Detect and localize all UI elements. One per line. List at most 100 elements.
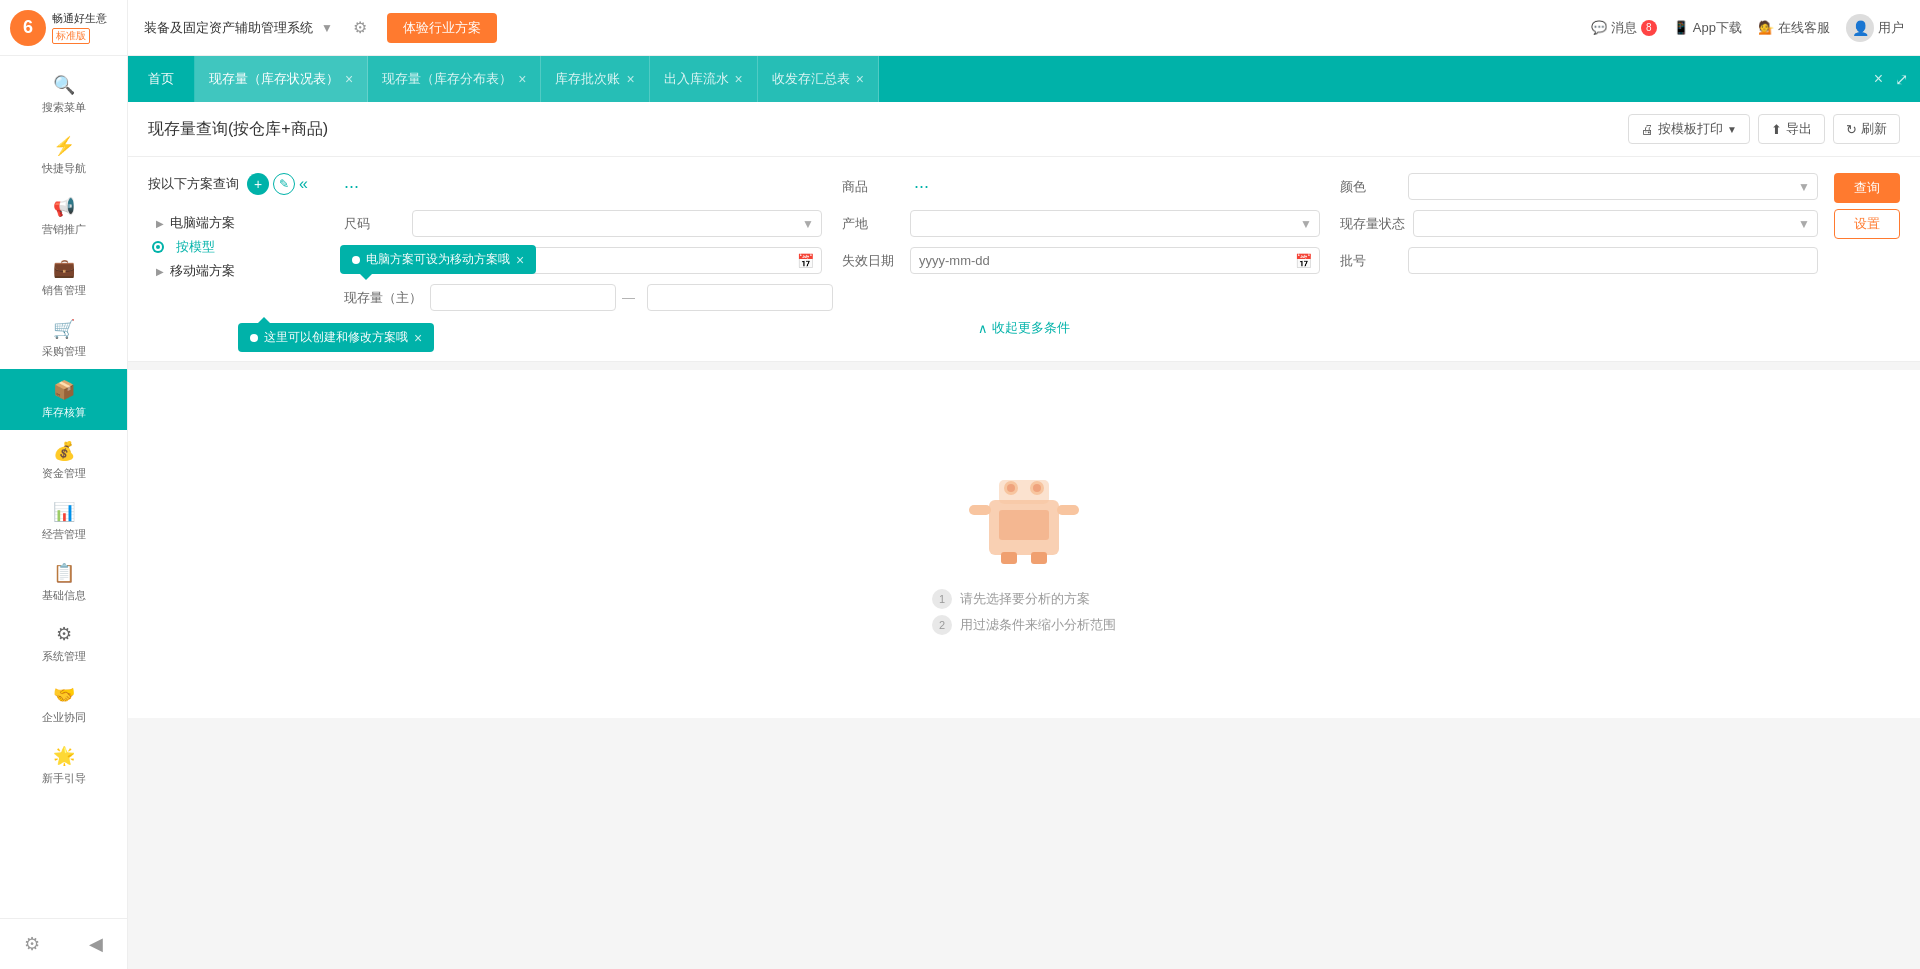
search-buttons: 查询 设置 [1834,173,1900,239]
color-select[interactable] [1408,173,1818,200]
batch-input[interactable] [1408,247,1818,274]
purchase-icon: 🛒 [53,318,75,340]
filter-warehouse: ··· [344,173,822,200]
sidebar-item-guide[interactable]: 🌟 新手引导 [0,735,127,796]
sidebar-item-search[interactable]: 🔍 搜索菜单 [0,64,127,125]
app-download-btn[interactable]: 📱 App下载 [1673,19,1742,37]
mfg-date-calendar-icon[interactable]: 📅 [797,253,814,269]
robot-illustration [964,450,1084,570]
header-right: 💬 消息 8 📱 App下载 💁 在线客服 👤 用户 [1591,14,1904,42]
mobile-scheme-label: 移动端方案 [170,262,235,280]
print-icon: 🖨 [1641,122,1654,137]
tab-stock-dist-label: 现存量（库存分布表） [382,70,512,88]
tab-summary-close[interactable]: × [856,71,864,87]
page-actions: 🖨 按模板打印 ▼ ⬆ 导出 ↻ 刷新 [1628,114,1900,144]
sidebar-item-inventory[interactable]: 📦 库存核算 [0,369,127,430]
online-service-label: 在线客服 [1778,19,1830,37]
sidebar-item-quicknav-label: 快捷导航 [42,161,86,176]
search-nav-icon: 🔍 [53,74,75,96]
tab-stock-dist[interactable]: 现存量（库存分布表） × [368,56,541,102]
exp-date-from-input[interactable] [910,247,1320,274]
filter-row-1: ··· 商品 ··· 颜色 ▼ [344,173,1818,200]
sidebar-item-enterprise[interactable]: 🤝 企业协同 [0,674,127,735]
tab-stock-status[interactable]: 现存量（库存状况表） × [195,56,368,102]
tab-home[interactable]: 首页 [128,56,195,102]
sidebar-item-marketing[interactable]: 📢 营销推广 [0,186,127,247]
online-service-btn[interactable]: 💁 在线客服 [1758,19,1830,37]
sidebar-footer: ⚙ ◀ [0,918,127,969]
reset-btn[interactable]: 设置 [1834,209,1900,239]
tooltip-close-2[interactable]: × [414,330,422,346]
page-content: 现存量查询(按仓库+商品) 🖨 按模板打印 ▼ ⬆ 导出 ↻ 刷新 [128,102,1920,969]
mobile-expand-arrow: ▶ [156,266,164,277]
sidebar-item-sales[interactable]: 💼 销售管理 [0,247,127,308]
stock-to-input[interactable] [647,284,833,311]
filter-label: 按以下方案查询 [148,175,239,193]
exp-date-calendar-icon[interactable]: 📅 [1295,253,1312,269]
sidebar-item-finance[interactable]: 💰 资金管理 [0,430,127,491]
refresh-btn[interactable]: ↻ 刷新 [1833,114,1900,144]
collapse-sidebar-icon[interactable]: ◀ [85,929,107,959]
tab-summary[interactable]: 收发存汇总表 × [758,56,879,102]
filter-row-2: 尺码 ▼ 产地 ▼ [344,210,1818,237]
notification-icon: 💬 [1591,20,1607,35]
tab-batch-close[interactable]: × [626,71,634,87]
tab-inout-flow-close[interactable]: × [735,71,743,87]
user-area[interactable]: 👤 用户 [1846,14,1904,42]
page-header: 现存量查询(按仓库+商品) 🖨 按模板打印 ▼ ⬆ 导出 ↻ 刷新 [128,102,1920,157]
settings-icon[interactable]: ⚙ [20,929,44,959]
scheme-desktop[interactable]: ▶ 电脑端方案 [148,211,328,235]
system-selector[interactable]: 装备及固定资产辅助管理系统 ▼ [144,19,333,37]
sidebar-item-basic[interactable]: 📋 基础信息 [0,552,127,613]
tab-expand-icon[interactable]: ⤢ [1891,68,1912,91]
scheme-arrow-icon[interactable]: « [299,175,308,193]
filter-exp-date: 失效日期 📅 [842,247,1320,274]
sidebar-item-operations-label: 经营管理 [42,527,86,542]
export-btn[interactable]: ⬆ 导出 [1758,114,1825,144]
print-template-btn[interactable]: 🖨 按模板打印 ▼ [1628,114,1750,144]
tab-close-all-icon[interactable]: × [1870,68,1887,90]
stock-from-input[interactable] [430,284,616,311]
scheme-mobile[interactable]: ▶ 移动端方案 [148,259,328,283]
empty-state: 1 请先选择要分析的方案 2 用过滤条件来缩小分析范围 [128,370,1920,718]
sidebar-item-finance-label: 资金管理 [42,466,86,481]
tab-inout-flow[interactable]: 出入库流水 × [650,56,758,102]
stock-status-select[interactable] [1413,210,1818,237]
origin-select[interactable] [910,210,1320,237]
filter-dots-1[interactable]: ··· [344,176,359,197]
size-select[interactable] [412,210,822,237]
add-scheme-btn[interactable]: + [247,173,269,195]
scheme-desktop-items: 按模型 [148,235,328,259]
basic-icon: 📋 [53,562,75,584]
user-label: 用户 [1878,19,1904,37]
sidebar-item-basic-label: 基础信息 [42,588,86,603]
export-icon: ⬆ [1771,122,1782,137]
system-dropdown-arrow: ▼ [321,21,333,35]
system-gear-icon[interactable]: ⚙ [353,18,367,37]
app-badge: 标准版 [52,28,90,44]
tooltip-close-1[interactable]: × [516,252,524,268]
sidebar-item-system[interactable]: ⚙ 系统管理 [0,613,127,674]
filter-dots-goods[interactable]: ··· [914,176,929,197]
tab-stock-dist-close[interactable]: × [518,71,526,87]
svg-rect-9 [969,505,991,515]
svg-rect-1 [999,510,1049,540]
search-btn[interactable]: 查询 [1834,173,1900,203]
export-label: 导出 [1786,120,1812,138]
notification-btn[interactable]: 💬 消息 8 [1591,19,1657,37]
tab-home-label: 首页 [148,70,174,88]
filter-icon-actions: + ✎ « [247,173,308,195]
sidebar-item-operations[interactable]: 📊 经营管理 [0,491,127,552]
sidebar: 6 畅通好生意 标准版 🔍 搜索菜单 ⚡ 快捷导航 📢 营销推广 💼 销售管理 … [0,0,128,969]
scheme-desktop-item[interactable]: 按模型 [168,235,328,259]
tab-batch[interactable]: 库存批次账 × [541,56,649,102]
scheme-panel: 按以下方案查询 + ✎ « ▶ 电脑端方案 [148,173,328,283]
tab-stock-status-close[interactable]: × [345,71,353,87]
edit-scheme-btn[interactable]: ✎ [273,173,295,195]
sidebar-item-quicknav[interactable]: ⚡ 快捷导航 [0,125,127,186]
experience-button[interactable]: 体验行业方案 [387,13,497,43]
collapse-arrow-icon: ∧ [978,321,988,336]
sidebar-item-sales-label: 销售管理 [42,283,86,298]
sidebar-item-purchase[interactable]: 🛒 采购管理 [0,308,127,369]
quicknav-icon: ⚡ [53,135,75,157]
